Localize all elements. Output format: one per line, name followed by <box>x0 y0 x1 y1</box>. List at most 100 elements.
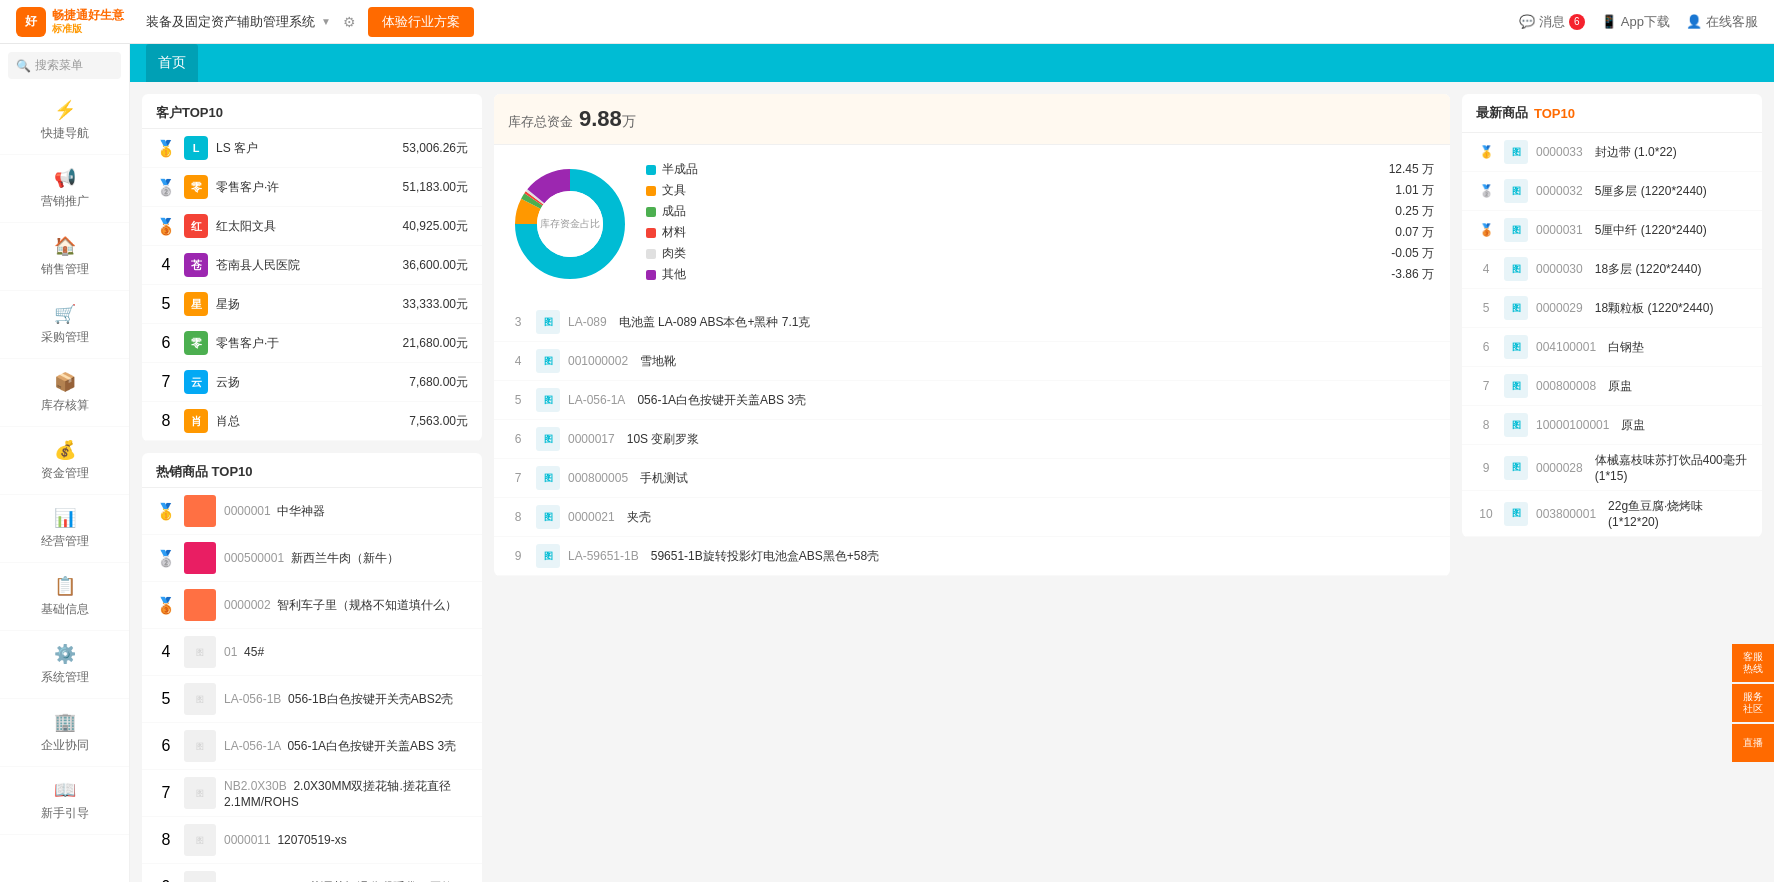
new-product-thumb: 图 <box>1504 456 1528 480</box>
sidebar-item-marketing[interactable]: 📢 营销推广 <box>0 155 129 223</box>
rank-medal: 4 <box>156 256 176 274</box>
product-image: 图 <box>184 636 216 668</box>
product-code: LA-089 <box>568 315 607 329</box>
new-rank-num: 🥈 <box>1476 184 1496 198</box>
nav-home-tab[interactable]: 首页 <box>146 44 198 82</box>
sidebar-search-area: 🔍 搜索菜单 <box>0 44 129 87</box>
new-product-name: 5厘中纤 (1220*2440) <box>1595 222 1748 239</box>
new-products-title: 最新商品 <box>1476 104 1528 122</box>
product-name: 夹壳 <box>627 509 1436 526</box>
product-code: 0000001 <box>224 504 271 518</box>
product-image <box>184 495 216 527</box>
sidebar-item-finance[interactable]: 💰 资金管理 <box>0 427 129 495</box>
trial-button[interactable]: 体验行业方案 <box>368 7 474 37</box>
hot-products-list: 🥇 0000001 中华神器 🥈 000500001 新西兰牛肉（新牛） 🥉 0… <box>142 488 482 882</box>
enterprise-icon: 🏢 <box>54 711 76 733</box>
new-products-top10-label: TOP10 <box>1534 106 1575 121</box>
legend-value: -0.05 万 <box>1391 245 1434 262</box>
hot-rank-medal: 4 <box>156 643 176 661</box>
product-code: NB2.0X30B <box>224 779 287 793</box>
product-image: 图 <box>184 730 216 762</box>
hot-rank-medal: 🥉 <box>156 596 176 615</box>
app-download-label: App下载 <box>1621 13 1670 31</box>
sidebar-item-basic-label: 基础信息 <box>41 601 89 618</box>
product-code: 01 <box>224 645 237 659</box>
hot-rank-medal: 9 <box>156 878 176 882</box>
product-row: 🥇 0000001 中华神器 <box>142 488 482 535</box>
new-product-thumb: 图 <box>1504 257 1528 281</box>
inventory-panel: 库存总资金 9.88万 <box>494 94 1450 576</box>
customer-ranking-panel: 客户TOP10 🥇 L LS 客户 53,006.26元 🥈 零 零售客户·许 … <box>142 94 482 441</box>
legend-color <box>646 228 656 238</box>
sidebar-item-system[interactable]: ⚙️ 系统管理 <box>0 631 129 699</box>
system-selector[interactable]: 装备及固定资产辅助管理系统 ▼ <box>146 13 331 31</box>
inventory-icon: 📦 <box>54 371 76 393</box>
product-info: NB2.0X30B 2.0X30MM双搓花轴.搓花直径2.1MM/ROHS <box>224 778 468 809</box>
product-thumb: 图 <box>536 466 560 490</box>
guide-icon: 📖 <box>54 779 76 801</box>
product-row: 🥉 0000002 智利车子里（规格不知道填什么） <box>142 582 482 629</box>
rank-row: 🥈 零 零售客户·许 51,183.00元 <box>142 168 482 207</box>
sidebar-item-inventory[interactable]: 📦 库存核算 <box>0 359 129 427</box>
notification-item[interactable]: 💬 消息 6 <box>1519 13 1585 31</box>
sales-icon: 🏠 <box>54 235 76 257</box>
product-info: 0000001 中华神器 <box>224 503 468 520</box>
product-row: 7 图 NB2.0X30B 2.0X30MM双搓花轴.搓花直径2.1MM/ROH… <box>142 770 482 817</box>
rank-name: 云扬 <box>216 374 401 391</box>
system-name: 装备及固定资产辅助管理系统 <box>146 13 315 31</box>
new-rank-num: 5 <box>1476 301 1496 315</box>
product-name: 056-1A白色按键开关盖ABS 3壳 <box>637 392 1436 409</box>
customer-ranking-title: 客户TOP10 <box>142 94 482 129</box>
product-row: 8 图 0000011 12070519-xs <box>142 817 482 864</box>
sidebar-item-enterprise[interactable]: 🏢 企业协同 <box>0 699 129 767</box>
topbar: 好 畅捷通好生意 标准版 装备及固定资产辅助管理系统 ▼ ⚙ 体验行业方案 💬 … <box>0 0 1774 44</box>
new-product-row: 6 图 004100001 白钢垫 <box>1462 328 1762 367</box>
logo: 好 畅捷通好生意 标准版 <box>16 7 146 37</box>
product-code: LA-056-1B <box>224 692 281 706</box>
product-image <box>184 589 216 621</box>
sidebar-item-guide[interactable]: 📖 新手引导 <box>0 767 129 835</box>
product-rank-num: 4 <box>508 354 528 368</box>
gear-icon[interactable]: ⚙ <box>343 14 356 30</box>
rank-row: 6 零 零售客户·于 21,680.00元 <box>142 324 482 363</box>
sidebar-item-purchase-label: 采购管理 <box>41 329 89 346</box>
inventory-product-row: 6 图 0000017 10S 变刷罗浆 <box>494 420 1450 459</box>
sidebar-item-basic[interactable]: 📋 基础信息 <box>0 563 129 631</box>
product-name: 10S 变刷罗浆 <box>627 431 1436 448</box>
customer-service-button[interactable]: 客服 热线 <box>1732 644 1774 682</box>
product-row: 4 图 01 45# <box>142 629 482 676</box>
sidebar-item-purchase[interactable]: 🛒 采购管理 <box>0 291 129 359</box>
legend-item: 半成品 12.45 万 <box>646 161 1434 178</box>
notification-label: 消息 <box>1539 13 1565 31</box>
rank-name: 零售客户·于 <box>216 335 395 352</box>
online-service-item[interactable]: 👤 在线客服 <box>1686 13 1758 31</box>
topbar-center: 装备及固定资产辅助管理系统 ▼ ⚙ 体验行业方案 <box>146 7 1519 37</box>
products-list: 3 图 LA-089 电池盖 LA-089 ABS本色+黑种 7.1克 4 图 … <box>494 303 1450 576</box>
new-product-thumb: 图 <box>1504 140 1528 164</box>
new-product-thumb: 图 <box>1504 179 1528 203</box>
direct-button[interactable]: 直播 <box>1732 724 1774 762</box>
hot-rank-medal: 🥇 <box>156 502 176 521</box>
service-community-button[interactable]: 服务 社区 <box>1732 684 1774 722</box>
rank-avatar: 苍 <box>184 253 208 277</box>
new-rank-num: 🥉 <box>1476 223 1496 237</box>
app-download-item[interactable]: 📱 App下载 <box>1601 13 1670 31</box>
sidebar-item-operations[interactable]: 📊 经营管理 <box>0 495 129 563</box>
rank-name: 苍南县人民医院 <box>216 257 395 274</box>
donut-section: 库存资金占比 半成品 12.45 万 文具 1.01 万 成品 0.25 万 材… <box>494 145 1450 303</box>
product-row: 9 图 KK-SD22110H 花语萌恒温分腿睡袋（厚款） <box>142 864 482 882</box>
chevron-down-icon: ▼ <box>321 16 331 27</box>
legend-value: -3.86 万 <box>1391 266 1434 283</box>
new-product-row: 4 图 0000030 18多层 (1220*2440) <box>1462 250 1762 289</box>
new-product-code: 0000032 <box>1536 184 1583 198</box>
legend-color <box>646 165 656 175</box>
search-menu-button[interactable]: 🔍 搜索菜单 <box>8 52 121 79</box>
finance-icon: 💰 <box>54 439 76 461</box>
sidebar-item-quicknav[interactable]: ⚡ 快捷导航 <box>0 87 129 155</box>
new-product-thumb: 图 <box>1504 413 1528 437</box>
sidebar-item-sales[interactable]: 🏠 销售管理 <box>0 223 129 291</box>
new-product-name: 18多层 (1220*2440) <box>1595 261 1748 278</box>
notification-badge: 6 <box>1569 14 1585 30</box>
new-product-row: 🥉 图 0000031 5厘中纤 (1220*2440) <box>1462 211 1762 250</box>
new-product-code: 0000029 <box>1536 301 1583 315</box>
